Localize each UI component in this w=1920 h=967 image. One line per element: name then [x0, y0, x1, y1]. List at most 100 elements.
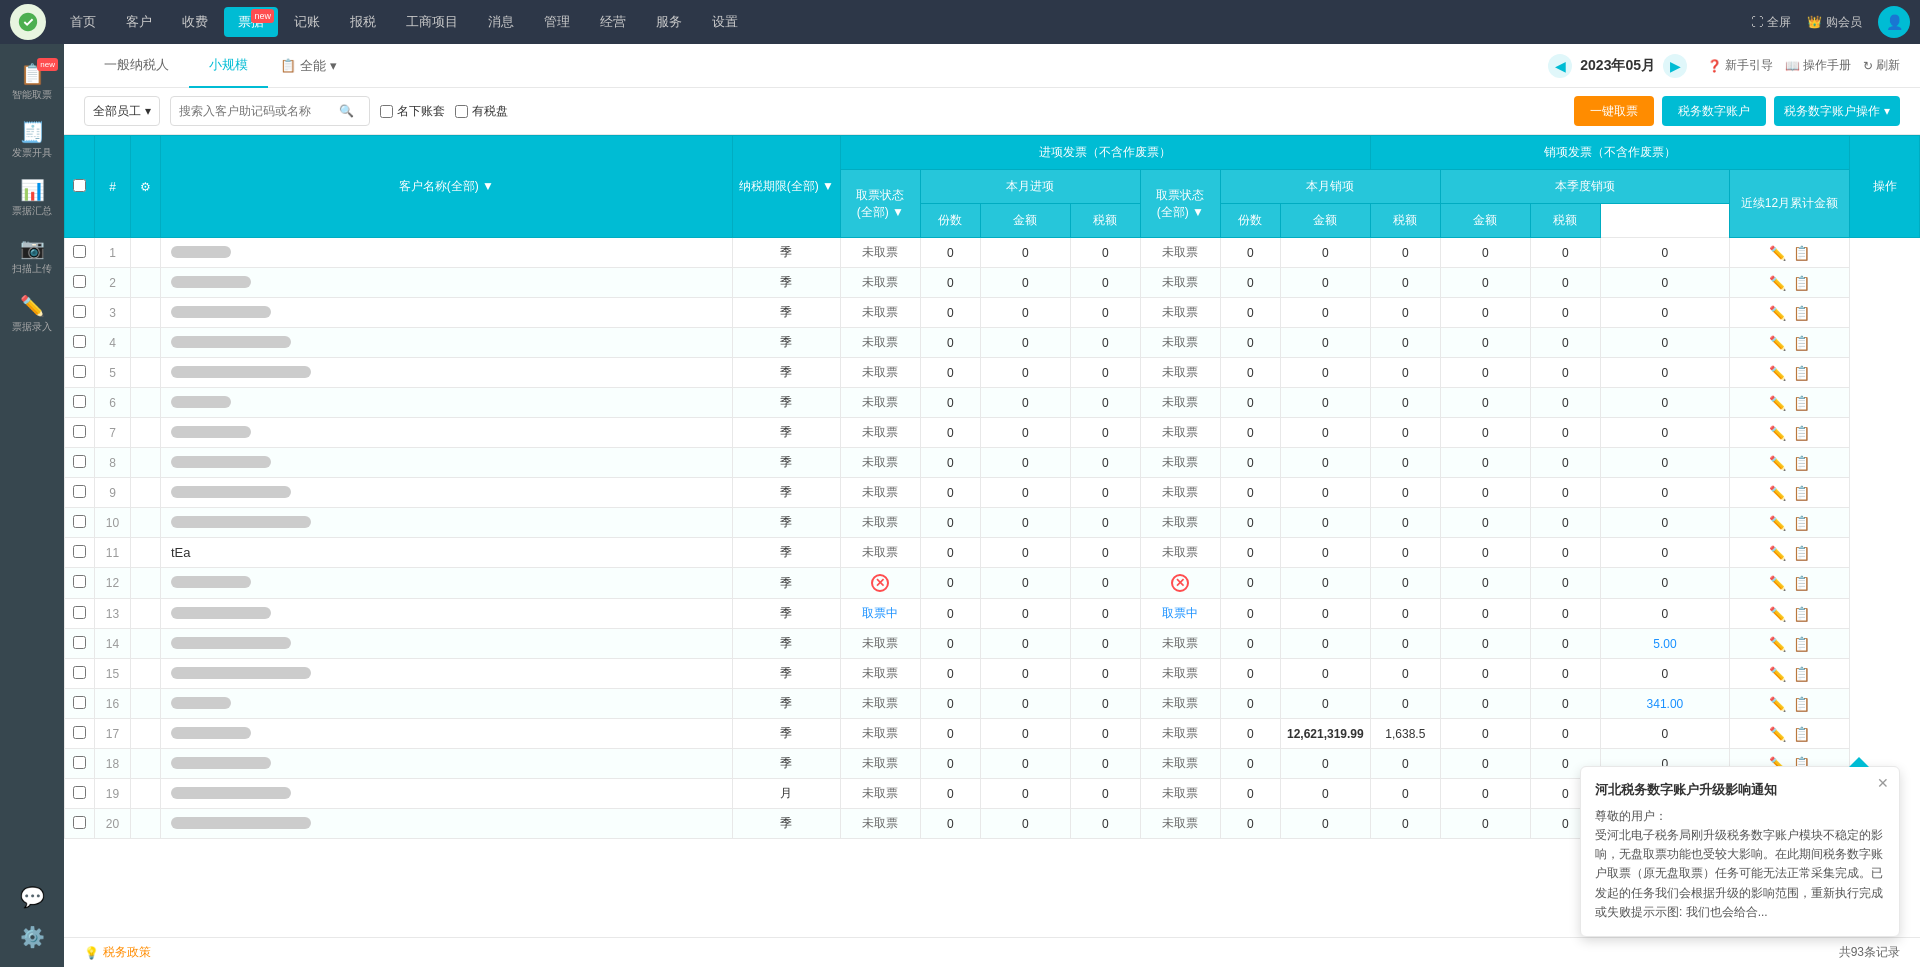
- row-checkbox[interactable]: [73, 515, 86, 528]
- row-checkbox-cell[interactable]: [65, 809, 95, 839]
- row-checkbox[interactable]: [73, 575, 86, 588]
- copy-icon[interactable]: 📋: [1793, 455, 1810, 471]
- nav-business[interactable]: 工商项目: [392, 7, 472, 37]
- row-checkbox-cell[interactable]: [65, 508, 95, 538]
- row-checkbox[interactable]: [73, 726, 86, 739]
- copy-icon[interactable]: 📋: [1793, 726, 1810, 742]
- th-name[interactable]: 客户名称(全部) ▼: [161, 136, 733, 238]
- ledger-checkbox[interactable]: 名下账套: [380, 103, 445, 120]
- edit-icon[interactable]: ✏️: [1769, 335, 1786, 351]
- search-input[interactable]: [179, 104, 339, 118]
- month-prev-button[interactable]: ◀: [1548, 54, 1572, 78]
- tax-account-button[interactable]: 税务数字账户: [1662, 96, 1766, 126]
- copy-icon[interactable]: 📋: [1793, 305, 1810, 321]
- nav-fee[interactable]: 收费: [168, 7, 222, 37]
- row-checkbox[interactable]: [73, 425, 86, 438]
- tax-policy-link[interactable]: 💡 税务政策: [84, 944, 151, 961]
- nav-accounting[interactable]: 记账: [280, 7, 334, 37]
- nav-clients[interactable]: 客户: [112, 7, 166, 37]
- edit-icon[interactable]: ✏️: [1769, 636, 1786, 652]
- row-checkbox[interactable]: [73, 305, 86, 318]
- row-checkbox-cell[interactable]: [65, 328, 95, 358]
- edit-icon[interactable]: ✏️: [1769, 726, 1786, 742]
- sidebar-item-smart-ticket[interactable]: 📋 智能取票 new: [0, 54, 64, 112]
- sidebar-item-invoice-summary[interactable]: 📊 票据汇总: [0, 170, 64, 228]
- nav-home[interactable]: 首页: [56, 7, 110, 37]
- copy-icon[interactable]: 📋: [1793, 575, 1810, 591]
- row-checkbox[interactable]: [73, 245, 86, 258]
- row-checkbox-cell[interactable]: [65, 599, 95, 629]
- row-checkbox[interactable]: [73, 455, 86, 468]
- row-checkbox-cell[interactable]: [65, 418, 95, 448]
- copy-icon[interactable]: 📋: [1793, 395, 1810, 411]
- member-button[interactable]: 👑 购会员: [1807, 14, 1862, 31]
- edit-icon[interactable]: ✏️: [1769, 515, 1786, 531]
- row-checkbox-cell[interactable]: [65, 238, 95, 268]
- row-checkbox[interactable]: [73, 696, 86, 709]
- month-next-button[interactable]: ▶: [1663, 54, 1687, 78]
- copy-icon[interactable]: 📋: [1793, 245, 1810, 261]
- tab-full[interactable]: 📋 全能 ▾: [268, 44, 349, 88]
- nav-message[interactable]: 消息: [474, 7, 528, 37]
- manual-button[interactable]: 📖 操作手册: [1785, 57, 1851, 74]
- tax-account-ops-button[interactable]: 税务数字账户操作 ▾: [1774, 96, 1900, 126]
- sidebar-item-scan-upload[interactable]: 📷 扫描上传: [0, 228, 64, 286]
- employee-select[interactable]: 全部员工 ▾: [84, 96, 160, 126]
- edit-icon[interactable]: ✏️: [1769, 275, 1786, 291]
- edit-icon[interactable]: ✏️: [1769, 305, 1786, 321]
- edit-icon[interactable]: ✏️: [1769, 395, 1786, 411]
- select-all-checkbox[interactable]: [73, 179, 86, 192]
- th-select-all[interactable]: [65, 136, 95, 238]
- copy-icon[interactable]: 📋: [1793, 636, 1810, 652]
- row-checkbox-cell[interactable]: [65, 689, 95, 719]
- copy-icon[interactable]: 📋: [1793, 365, 1810, 381]
- row-checkbox-cell[interactable]: [65, 629, 95, 659]
- row-checkbox-cell[interactable]: [65, 478, 95, 508]
- sidebar-item-open-invoice[interactable]: 🧾 发票开具: [0, 112, 64, 170]
- edit-icon[interactable]: ✏️: [1769, 666, 1786, 682]
- row-checkbox[interactable]: [73, 786, 86, 799]
- edit-icon[interactable]: ✏️: [1769, 485, 1786, 501]
- search-box[interactable]: 🔍: [170, 96, 370, 126]
- row-checkbox[interactable]: [73, 485, 86, 498]
- copy-icon[interactable]: 📋: [1793, 515, 1810, 531]
- row-checkbox-cell[interactable]: [65, 388, 95, 418]
- sidebar-item-message[interactable]: 💬: [14, 877, 51, 917]
- tab-general-taxpayer[interactable]: 一般纳税人: [84, 44, 189, 88]
- ledger-checkbox-input[interactable]: [380, 105, 393, 118]
- edit-icon[interactable]: ✏️: [1769, 455, 1786, 471]
- row-checkbox-cell[interactable]: [65, 298, 95, 328]
- nav-invoice[interactable]: 票据 new: [224, 7, 278, 37]
- copy-icon[interactable]: 📋: [1793, 275, 1810, 291]
- row-checkbox[interactable]: [73, 365, 86, 378]
- row-checkbox[interactable]: [73, 275, 86, 288]
- edit-icon[interactable]: ✏️: [1769, 575, 1786, 591]
- new-guide-button[interactable]: ❓ 新手引导: [1707, 57, 1773, 74]
- row-checkbox-cell[interactable]: [65, 358, 95, 388]
- th-settings[interactable]: ⚙: [131, 136, 161, 238]
- refresh-button[interactable]: ↻ 刷新: [1863, 57, 1900, 74]
- one-click-ticket-button[interactable]: 一键取票: [1574, 96, 1654, 126]
- row-checkbox-cell[interactable]: [65, 448, 95, 478]
- copy-icon[interactable]: 📋: [1793, 335, 1810, 351]
- edit-icon[interactable]: ✏️: [1769, 365, 1786, 381]
- row-checkbox-cell[interactable]: [65, 659, 95, 689]
- th-in-status[interactable]: 取票状态(全部) ▼: [840, 170, 920, 238]
- nav-operation[interactable]: 经营: [586, 7, 640, 37]
- row-checkbox[interactable]: [73, 756, 86, 769]
- fullscreen-button[interactable]: ⛶ 全屏: [1751, 14, 1791, 31]
- th-out-status[interactable]: 取票状态(全部) ▼: [1140, 170, 1220, 238]
- copy-icon[interactable]: 📋: [1793, 425, 1810, 441]
- tax-disk-checkbox-input[interactable]: [455, 105, 468, 118]
- copy-icon[interactable]: 📋: [1793, 545, 1810, 561]
- edit-icon[interactable]: ✏️: [1769, 245, 1786, 261]
- edit-icon[interactable]: ✏️: [1769, 545, 1786, 561]
- th-tax-period[interactable]: 纳税期限(全部) ▼: [732, 136, 840, 238]
- user-avatar[interactable]: 👤: [1878, 6, 1910, 38]
- row-checkbox[interactable]: [73, 545, 86, 558]
- nav-tax[interactable]: 报税: [336, 7, 390, 37]
- nav-settings[interactable]: 设置: [698, 7, 752, 37]
- row-checkbox[interactable]: [73, 666, 86, 679]
- edit-icon[interactable]: ✏️: [1769, 696, 1786, 712]
- row-checkbox-cell[interactable]: [65, 779, 95, 809]
